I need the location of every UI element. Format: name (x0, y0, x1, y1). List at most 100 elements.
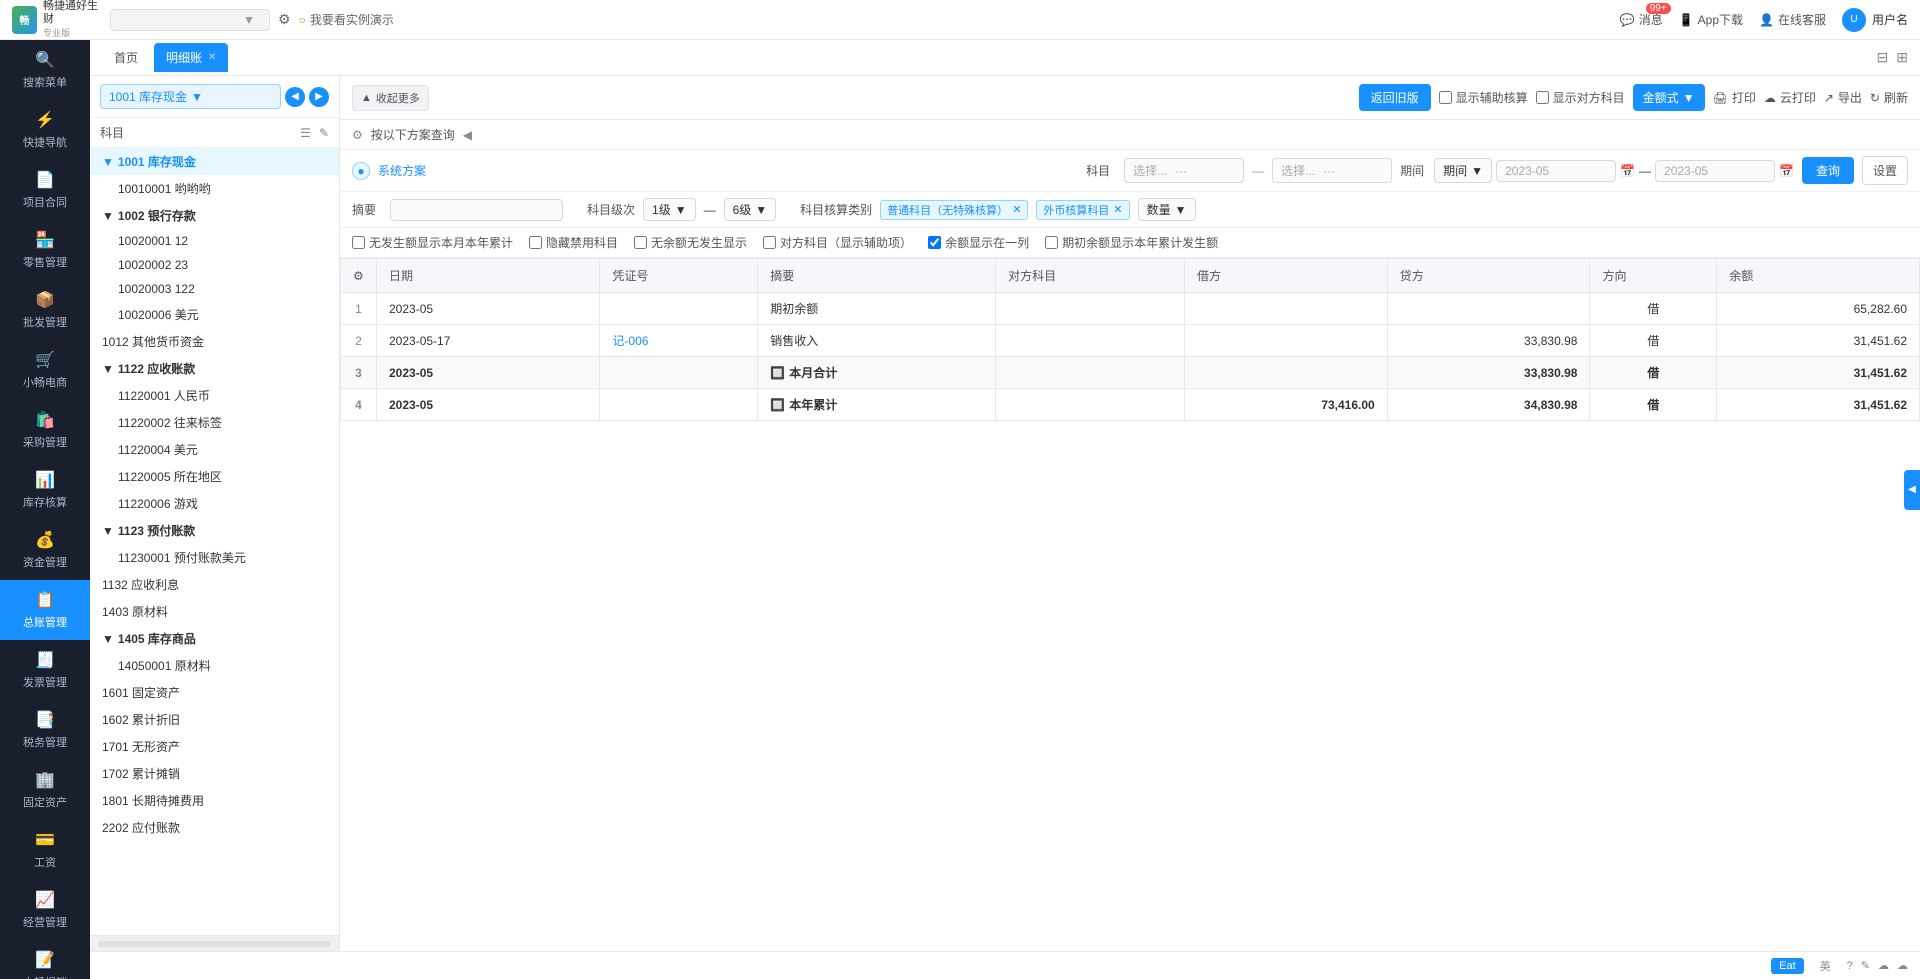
tree-item-10020006[interactable]: 10020006 美元 (90, 301, 339, 328)
sidebar-item-purchase[interactable]: 🛍️ 采购管理 (0, 400, 90, 460)
cb-hide-disabled[interactable]: 隐藏禁用科目 (529, 234, 618, 251)
settings-button[interactable]: 设置 (1862, 156, 1908, 185)
demo-link[interactable]: ○ 我要看实例演示 (299, 11, 394, 28)
tree-item-10010001[interactable]: 10010001 哟哟哟 (90, 175, 339, 202)
qty-select[interactable]: 数量 ▼ (1138, 198, 1196, 221)
account-nav-prev[interactable]: ◀ (285, 87, 305, 107)
cloud-print-button[interactable]: ☁ 云打印 (1764, 89, 1816, 106)
online-service-button[interactable]: 👤 在线客服 (1759, 11, 1826, 28)
sidebar-item-search[interactable]: 🔍 搜索菜单 (0, 40, 90, 100)
tree-item-11220005[interactable]: 11220005 所在地区 (90, 463, 339, 490)
tab-close-icon[interactable]: ✕ (208, 52, 216, 63)
tab-detail[interactable]: 明细账 ✕ (154, 43, 228, 72)
sidebar-item-finance[interactable]: 💰 资金管理 (0, 520, 90, 580)
panel-edit-icon[interactable]: ✎ (319, 126, 329, 140)
sidebar-item-invoice[interactable]: 🧾 发票管理 (0, 640, 90, 700)
tree-item-1801[interactable]: 1801 长期待摊费用 (90, 787, 339, 814)
sidebar-item-tax[interactable]: 📑 税务管理 (0, 700, 90, 760)
return-oldver-button[interactable]: 返回旧版 (1359, 84, 1431, 111)
summary-input[interactable] (390, 199, 563, 221)
table-gear-icon[interactable]: ⚙ (353, 269, 364, 283)
app-download-button[interactable]: 📱 App下载 (1679, 11, 1743, 28)
cb-no-balance[interactable]: 无余额无发生显示 (634, 234, 747, 251)
settings-icon[interactable]: ⚙ (352, 128, 363, 142)
status-lang-button[interactable]: 英 (1812, 956, 1839, 976)
subject-to-input[interactable]: 选择... ··· (1272, 158, 1392, 183)
tab-home[interactable]: 首页 (102, 43, 150, 72)
cb-opening-balance[interactable]: 期初余额显示本年累计发生额 (1045, 234, 1218, 251)
user-menu[interactable]: U 用户名 (1842, 8, 1908, 32)
show-contra-checkbox[interactable]: 显示对方科目 (1536, 89, 1625, 106)
tree-item-10020002[interactable]: 10020002 23 (90, 253, 339, 277)
period-to-input[interactable]: 2023-05 (1655, 160, 1775, 182)
tree-item-1602[interactable]: 1602 累计折旧 (90, 706, 339, 733)
level-to-select[interactable]: 6级 ▼ (724, 198, 777, 221)
refresh-button[interactable]: ↻ 刷新 (1870, 89, 1908, 106)
tree-item-1012[interactable]: 1012 其他货币资金 (90, 328, 339, 355)
collapse-more-button[interactable]: ▲ 收起更多 (352, 85, 429, 111)
scheme-dot-icon[interactable]: ● (352, 162, 370, 180)
filter-tag-foreign-close[interactable]: ✕ (1113, 203, 1122, 216)
filter-tag-normal-close[interactable]: ✕ (1012, 203, 1021, 216)
account-tree[interactable]: ▼ 1001 库存现金 10010001 哟哟哟 ▼ 1002 银行存款 100… (90, 148, 339, 935)
status-edit-icon[interactable]: ✎ (1861, 959, 1870, 972)
sidebar-item-contract[interactable]: 📄 项目合同 (0, 160, 90, 220)
search-input[interactable] (119, 13, 239, 27)
topbar-search[interactable]: ▼ (110, 9, 270, 31)
sidebar-item-assets[interactable]: 🏢 固定资产 (0, 760, 90, 820)
tree-item-1002[interactable]: ▼ 1002 银行存款 (90, 202, 339, 229)
sidebar-item-inventory[interactable]: 📊 库存核算 (0, 460, 90, 520)
calendar-from-icon[interactable]: 📅 (1620, 164, 1635, 178)
print-button[interactable]: 🖨 打印 (1713, 89, 1756, 106)
tree-item-1132[interactable]: 1132 应收利息 (90, 571, 339, 598)
tree-item-1405[interactable]: ▼ 1405 库存商品 (90, 625, 339, 652)
cb-balance-col[interactable]: 余额显示在一列 (928, 234, 1029, 251)
tree-item-14050001[interactable]: 14050001 原材料 (90, 652, 339, 679)
status-cloud-icon[interactable]: ☁ (1878, 959, 1889, 972)
sidebar-item-operations[interactable]: 📈 经营管理 (0, 880, 90, 940)
status-eat-button[interactable]: Eat (1771, 958, 1804, 974)
sidebar-item-retail[interactable]: 🏪 零售管理 (0, 220, 90, 280)
sidebar-item-salary[interactable]: 💳 工资 (0, 820, 90, 880)
tab-expand-icon[interactable]: ⊞ (1896, 49, 1908, 66)
tree-item-1702[interactable]: 1702 累计摊销 (90, 760, 339, 787)
sidebar-item-ecommerce[interactable]: 🛒 小畅电商 (0, 340, 90, 400)
tree-item-2202[interactable]: 2202 应付账款 (90, 814, 339, 841)
left-panel-scrollbar[interactable] (90, 935, 339, 951)
tree-item-1001[interactable]: ▼ 1001 库存现金 (90, 148, 339, 175)
topbar-gear-icon[interactable]: ⚙ (278, 11, 291, 28)
cb-no-amount[interactable]: 无发生额显示本月本年累计 (352, 234, 513, 251)
calendar-to-icon[interactable]: 📅 (1779, 164, 1794, 178)
message-button[interactable]: 💬 消息 99+ (1620, 11, 1663, 28)
panel-list-icon[interactable]: ☰ (300, 126, 311, 140)
period-from-input[interactable]: 2023-05 (1496, 160, 1616, 182)
sidebar-item-sales-report[interactable]: 📝 小畅报销 (0, 940, 90, 979)
tree-item-11230001[interactable]: 11230001 预付账款美元 (90, 544, 339, 571)
tree-item-1403[interactable]: 1403 原材料 (90, 598, 339, 625)
period-type-select[interactable]: 期间 ▼ (1434, 158, 1492, 183)
tree-item-10020003[interactable]: 10020003 122 (90, 277, 339, 301)
tree-item-10020001[interactable]: 10020001 12 (90, 229, 339, 253)
style-button[interactable]: 金额式 ▼ (1633, 84, 1705, 111)
export-button[interactable]: ↗ 导出 (1824, 89, 1862, 106)
tree-item-1601[interactable]: 1601 固定资产 (90, 679, 339, 706)
side-collapse-button[interactable]: ◀ (1904, 470, 1920, 510)
sidebar-item-wholesale[interactable]: 📦 批发管理 (0, 280, 90, 340)
tree-item-1701[interactable]: 1701 无形资产 (90, 733, 339, 760)
voucher-link[interactable]: 记-006 (612, 334, 648, 348)
col-gear[interactable]: ⚙ (341, 259, 377, 293)
tab-collapse-icon[interactable]: ⊟ (1877, 49, 1889, 66)
cb-contra[interactable]: 对方科目（显示辅助项） (763, 234, 912, 251)
tree-item-11220006[interactable]: 11220006 游戏 (90, 490, 339, 517)
status-help-icon[interactable]: ? (1847, 960, 1853, 972)
level-from-select[interactable]: 1级 ▼ (643, 198, 696, 221)
tree-item-11220002[interactable]: 11220002 往来标签 (90, 409, 339, 436)
show-auxiliary-checkbox[interactable]: 显示辅助核算 (1439, 89, 1528, 106)
scroll-track[interactable] (98, 941, 331, 947)
collapse-icon[interactable]: ◀ (463, 128, 472, 142)
subject-input[interactable]: 选择... ··· (1124, 158, 1244, 183)
query-button[interactable]: 查询 (1802, 157, 1854, 184)
tree-item-1122[interactable]: ▼ 1122 应收账款 (90, 355, 339, 382)
tree-item-1123[interactable]: ▼ 1123 预付账款 (90, 517, 339, 544)
sidebar-item-quicknav[interactable]: ⚡ 快捷导航 (0, 100, 90, 160)
